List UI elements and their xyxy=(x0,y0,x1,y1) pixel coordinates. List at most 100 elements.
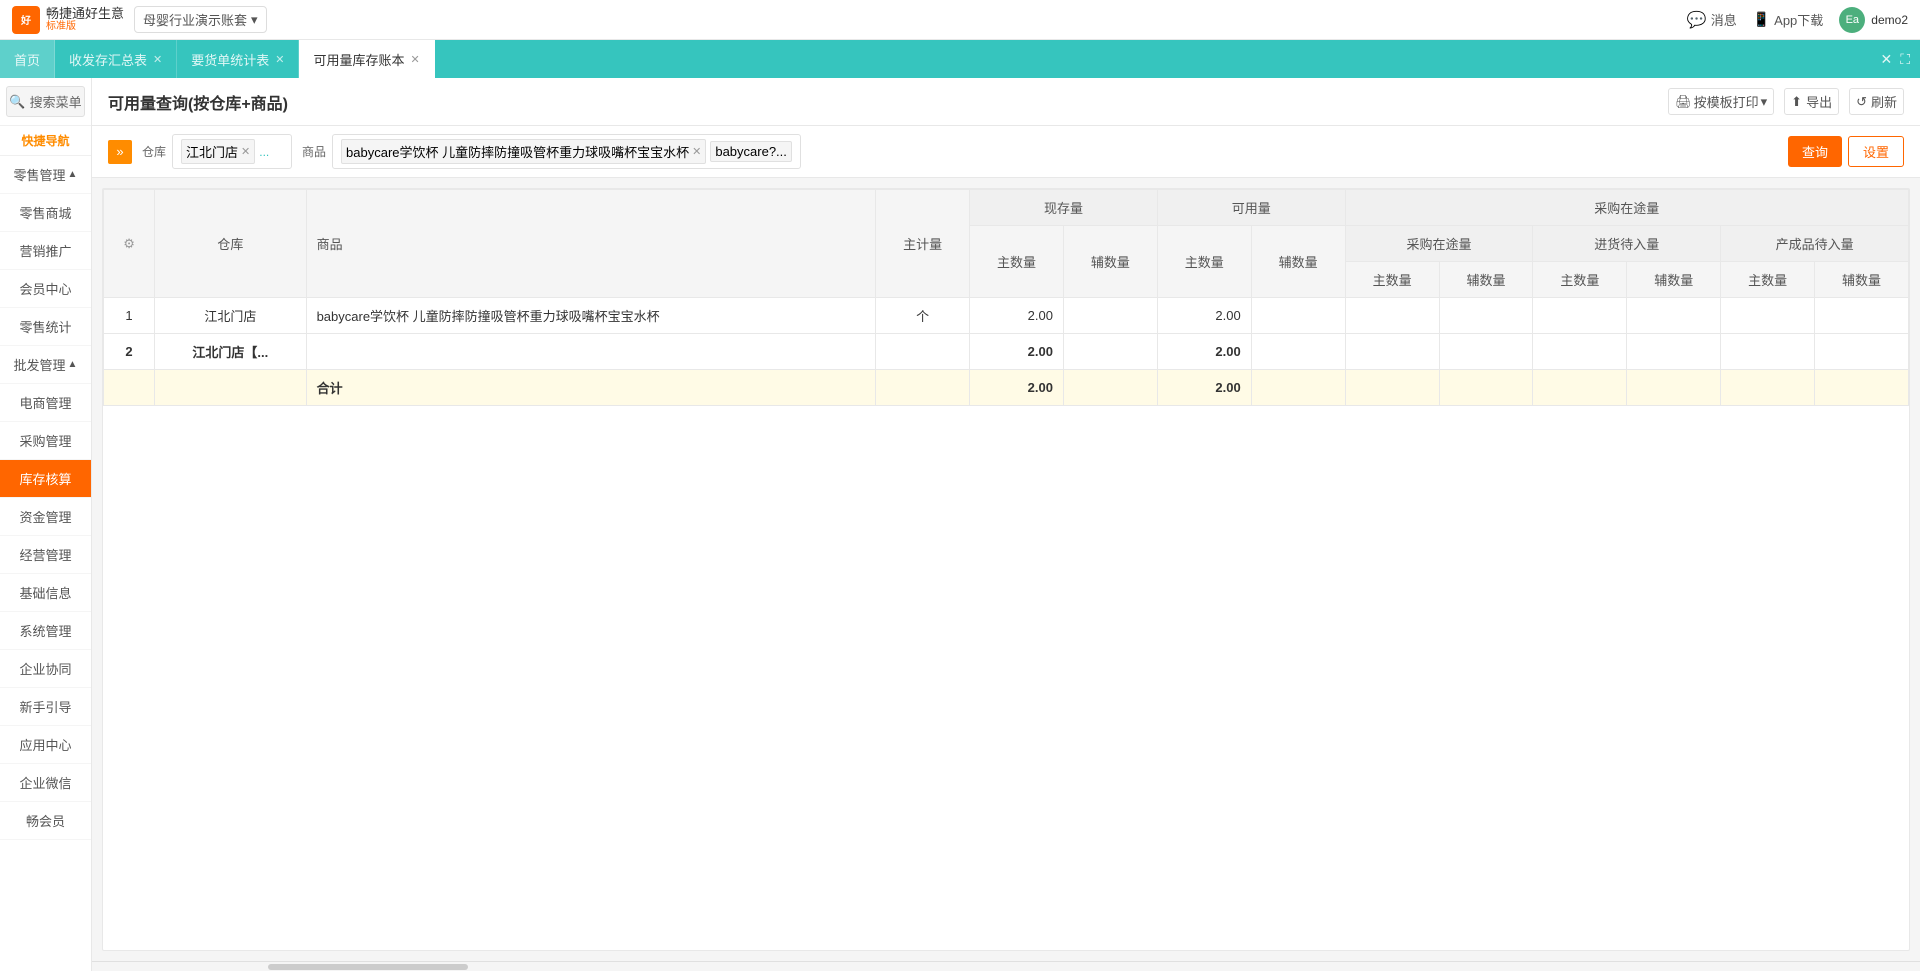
chat-icon: 💬 xyxy=(1687,10,1707,30)
remove-product-tag-1[interactable]: ✕ xyxy=(692,145,701,158)
sidebar-item-retail-stats[interactable]: 零售统计 xyxy=(0,308,91,346)
page-header: 可用量查询(按仓库+商品) 🖨 按模板打印 ▾ ⬆ 导出 ↺ 刷新 xyxy=(92,78,1920,126)
sidebar-item-operations[interactable]: 经营管理 xyxy=(0,536,91,574)
sidebar-item-retail-mgmt[interactable]: 零售管理 ▲ xyxy=(0,156,91,194)
h-scrollbar[interactable] xyxy=(268,964,468,970)
remove-warehouse-tag[interactable]: ✕ xyxy=(241,145,250,158)
settings-icon[interactable]: ⚙ xyxy=(123,236,135,251)
chevron-icon2: ▲ xyxy=(68,359,78,370)
top-bar-left: 好 畅捷通好生意 标准版 母婴行业演示账套 ▾ xyxy=(12,6,267,34)
printer-icon: 🖨 xyxy=(1675,94,1692,110)
scrollbar-area xyxy=(92,961,1920,971)
export-icon: ⬆ xyxy=(1791,94,1802,110)
sidebar-item-inventory[interactable]: 库存核算 xyxy=(0,460,91,498)
col-settings[interactable]: ⚙ xyxy=(104,190,155,298)
tab-summary[interactable]: 收发存汇总表 ✕ xyxy=(55,40,177,78)
close-tab-order-stat[interactable]: ✕ xyxy=(275,53,284,66)
col-current-stock: 现存量 xyxy=(970,190,1158,226)
col-avail-main: 主数量 xyxy=(1157,226,1251,298)
col-incoming-aux: 辅数量 xyxy=(1627,262,1721,298)
filter-toggle[interactable]: » xyxy=(108,140,132,164)
page-title: 可用量查询(按仓库+商品) xyxy=(108,90,288,114)
page-actions: 🖨 按模板打印 ▾ ⬆ 导出 ↺ 刷新 xyxy=(1668,88,1904,115)
chevron-down-icon: ▾ xyxy=(251,12,258,28)
app-icon: 📱 xyxy=(1753,11,1770,28)
action-btns: 查询 设置 xyxy=(1788,136,1904,167)
nav-close-icon[interactable]: ✕ xyxy=(1880,51,1892,68)
col-current-main: 主数量 xyxy=(970,226,1064,298)
sidebar-nav-label[interactable]: 快捷导航 xyxy=(0,126,91,156)
col-available: 可用量 xyxy=(1157,190,1345,226)
sidebar-search: 🔍 搜索菜单 xyxy=(0,78,91,126)
col-finished-aux: 辅数量 xyxy=(1815,262,1909,298)
sidebar-item-system[interactable]: 系统管理 xyxy=(0,612,91,650)
col-product: 商品 xyxy=(306,190,876,298)
col-finished-main: 主数量 xyxy=(1721,262,1815,298)
col-warehouse: 仓库 xyxy=(155,190,307,298)
product-filter: 商品 babycare学饮杯 儿童防摔防撞吸管杯重力球吸嘴杯宝宝水杯 ✕ bab… xyxy=(302,134,801,169)
sidebar-item-wholesale[interactable]: 批发管理 ▲ xyxy=(0,346,91,384)
sidebar-item-enterprise-collab[interactable]: 企业协同 xyxy=(0,650,91,688)
close-tab-summary[interactable]: ✕ xyxy=(153,53,162,66)
warehouse-more[interactable]: ... xyxy=(259,145,269,159)
avatar: Ea xyxy=(1839,7,1865,33)
top-bar-right: 💬 消息 📱 App下载 Ea demo2 xyxy=(1687,7,1908,33)
message-action[interactable]: 💬 消息 xyxy=(1687,10,1737,30)
table-row: 2 江北门店【... 2.00 2.00 xyxy=(104,334,1909,370)
filter-bar: » 仓库 江北门店 ✕ ... 商品 babycare学饮杯 儿童防摔防撞吸管杯… xyxy=(92,126,1920,178)
col-incoming-pending: 进货待入量 xyxy=(1533,226,1721,262)
col-finished-pending: 产成品待入量 xyxy=(1721,226,1909,262)
sidebar-item-new-guide[interactable]: 新手引导 xyxy=(0,688,91,726)
nav-tabs-right: ✕ ⛶ xyxy=(1880,40,1920,78)
sidebar-item-retail-mall[interactable]: 零售商城 xyxy=(0,194,91,232)
warehouse-input[interactable]: 江北门店 ✕ ... xyxy=(172,134,292,169)
refresh-icon: ↺ xyxy=(1856,94,1867,110)
table-row: 1 江北门店 babycare学饮杯 儿童防摔防撞吸管杯重力球吸嘴杯宝宝水杯 个… xyxy=(104,298,1909,334)
user-area[interactable]: Ea demo2 xyxy=(1839,7,1908,33)
col-avail-aux: 辅数量 xyxy=(1251,226,1345,298)
sidebar-item-purchase[interactable]: 采购管理 xyxy=(0,422,91,460)
table-area: ⚙ 仓库 商品 主计量 现存量 可用量 采购在途量 主数量 辅数量 主数量 辅数… xyxy=(102,188,1910,951)
col-purchase-aux: 辅数量 xyxy=(1439,262,1533,298)
sidebar-item-basic-info[interactable]: 基础信息 xyxy=(0,574,91,612)
export-btn[interactable]: ⬆ 导出 xyxy=(1784,88,1839,115)
sidebar-item-finance[interactable]: 资金管理 xyxy=(0,498,91,536)
close-tab-available-inventory[interactable]: ✕ xyxy=(411,53,420,66)
nav-tabs-wrapper: 首页 收发存汇总表 ✕ 要货单统计表 ✕ 可用量库存账本 ✕ ✕ ⛶ xyxy=(0,40,1920,78)
sidebar-item-member[interactable]: 会员中心 xyxy=(0,270,91,308)
search-icon: 🔍 xyxy=(9,94,25,110)
chevron-right-icon: » xyxy=(116,144,123,159)
dropdown-arrow: ▾ xyxy=(1761,94,1768,110)
sidebar-item-member2[interactable]: 畅会员 xyxy=(0,802,91,840)
main-layout: 🔍 搜索菜单 快捷导航 零售管理 ▲ 零售商城 营销推广 会员中心 零售统计 批… xyxy=(0,78,1920,971)
warehouse-label: 仓库 xyxy=(142,143,166,160)
tab-home[interactable]: 首页 xyxy=(0,40,55,78)
warehouse-tag: 江北门店 ✕ xyxy=(181,139,255,164)
product-input[interactable]: babycare学饮杯 儿童防摔防撞吸管杯重力球吸嘴杯宝宝水杯 ✕ babyca… xyxy=(332,134,801,169)
product-tag-2: babycare?... xyxy=(710,141,792,162)
username: demo2 xyxy=(1871,13,1908,27)
sidebar-item-marketing[interactable]: 营销推广 xyxy=(0,232,91,270)
col-unit: 主计量 xyxy=(876,190,970,298)
nav-expand-icon[interactable]: ⛶ xyxy=(1900,51,1910,68)
data-table: ⚙ 仓库 商品 主计量 现存量 可用量 采购在途量 主数量 辅数量 主数量 辅数… xyxy=(103,189,1909,406)
sidebar-item-ecommerce[interactable]: 电商管理 xyxy=(0,384,91,422)
tab-order-stat[interactable]: 要货单统计表 ✕ xyxy=(177,40,299,78)
print-template-btn[interactable]: 🖨 按模板打印 ▾ xyxy=(1668,88,1774,115)
refresh-btn[interactable]: ↺ 刷新 xyxy=(1849,88,1904,115)
tab-available-inventory[interactable]: 可用量库存账本 ✕ xyxy=(299,40,434,78)
app-download-action[interactable]: 📱 App下载 xyxy=(1753,10,1824,29)
warehouse-filter: 仓库 江北门店 ✕ ... xyxy=(142,134,292,169)
col-incoming-main: 主数量 xyxy=(1533,262,1627,298)
query-button[interactable]: 查询 xyxy=(1788,136,1842,167)
sidebar-search-btn[interactable]: 🔍 搜索菜单 xyxy=(6,86,85,117)
col-purchase-main: 主数量 xyxy=(1345,262,1439,298)
product-tag-1: babycare学饮杯 儿童防摔防撞吸管杯重力球吸嘴杯宝宝水杯 ✕ xyxy=(341,139,706,164)
sidebar: 🔍 搜索菜单 快捷导航 零售管理 ▲ 零售商城 营销推广 会员中心 零售统计 批… xyxy=(0,78,92,971)
sidebar-item-app-center[interactable]: 应用中心 xyxy=(0,726,91,764)
settings-button[interactable]: 设置 xyxy=(1848,136,1904,167)
content-area: 可用量查询(按仓库+商品) 🖨 按模板打印 ▾ ⬆ 导出 ↺ 刷新 xyxy=(92,78,1920,971)
sidebar-item-enterprise-wechat[interactable]: 企业微信 xyxy=(0,764,91,802)
industry-selector[interactable]: 母婴行业演示账套 ▾ xyxy=(134,6,267,33)
col-purchase-incoming: 采购在途量 xyxy=(1345,190,1908,226)
